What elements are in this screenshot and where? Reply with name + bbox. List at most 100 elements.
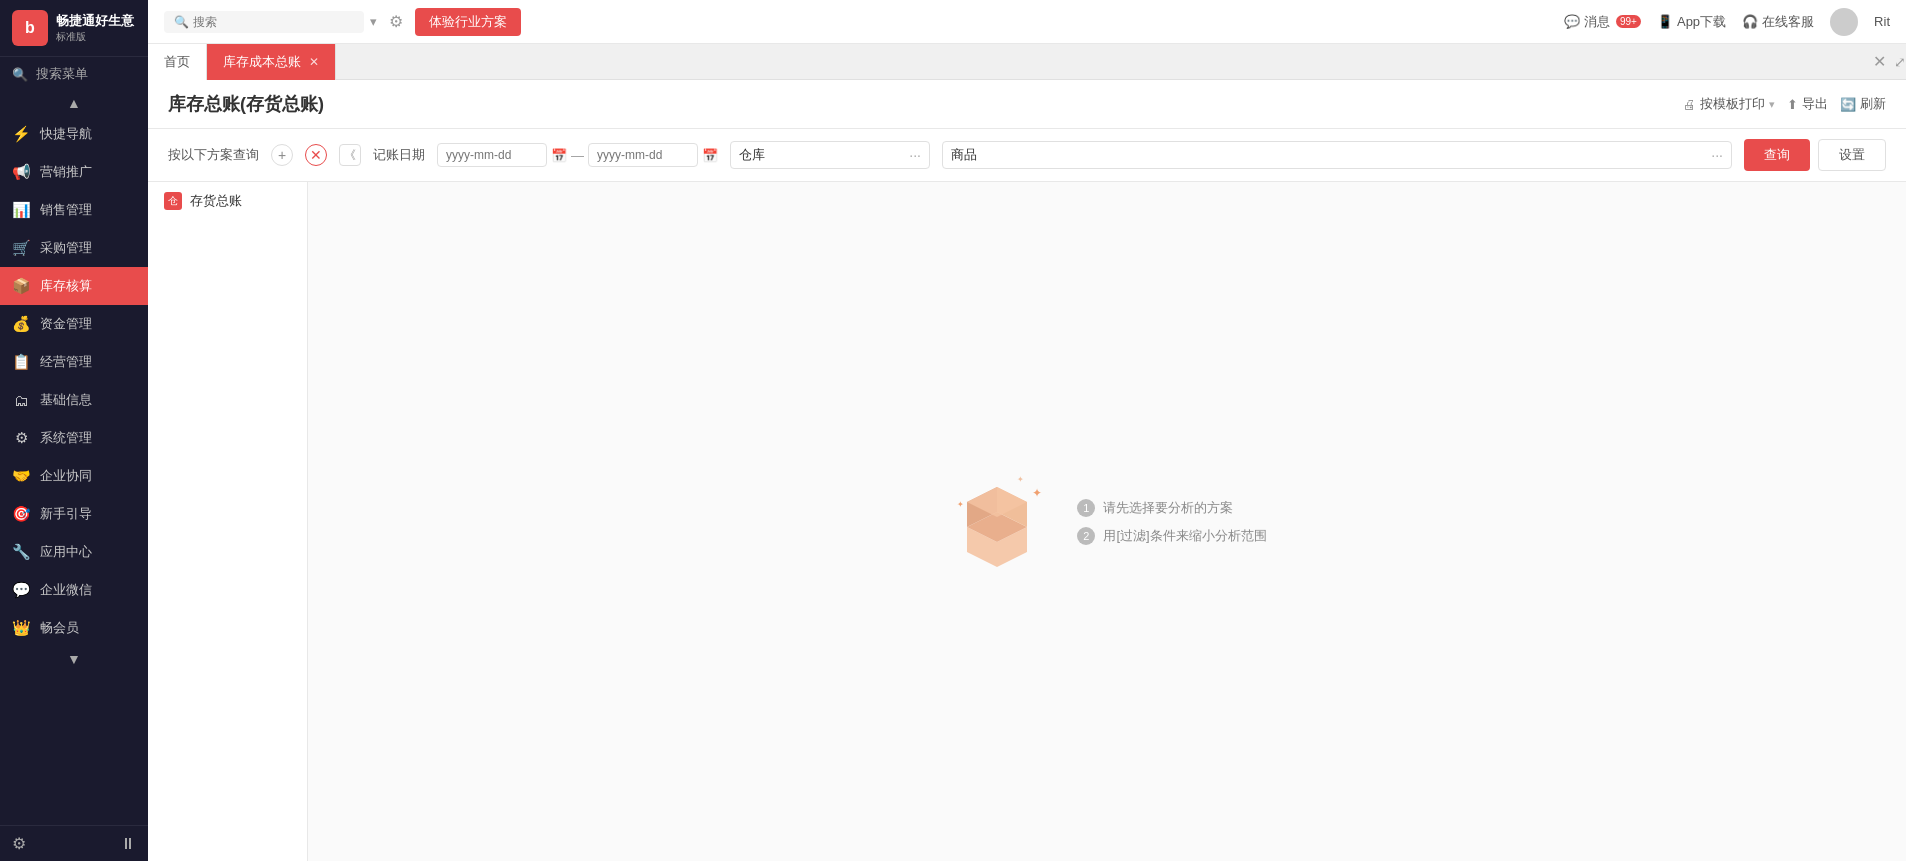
sidebar-item-sales[interactable]: 📊 销售管理 [0,191,148,229]
industry-btn[interactable]: 体验行业方案 [415,8,521,36]
tab-close-icon[interactable]: ✕ [309,55,319,69]
date-to-input[interactable] [588,143,698,167]
warehouse-more-icon: ··· [909,147,921,163]
sidebar-item-marketing[interactable]: 📢 营销推广 [0,153,148,191]
member-icon: 👑 [12,619,30,637]
sidebar-item-apps[interactable]: 🔧 应用中心 [0,533,148,571]
page-title: 库存总账(存货总账) [168,92,324,116]
online-service-label: 在线客服 [1762,13,1814,31]
expand-panel-btn[interactable]: ⤢ [1894,54,1906,70]
messages-label: 消息 [1584,13,1610,31]
refresh-btn[interactable]: 🔄 刷新 [1840,95,1886,113]
system-icon: ⚙ [12,429,30,447]
sidebar-item-label: 快捷导航 [40,125,92,143]
sidebar: b 畅捷通好生意 标准版 🔍 搜索菜单 ▲ ⚡ 快捷导航 📢 营销推广 📊 销售… [0,0,148,861]
purchase-icon: 🛒 [12,239,30,257]
sidebar-item-basic[interactable]: 🗂 基础信息 [0,381,148,419]
sidebar-item-finance[interactable]: 💰 资金管理 [0,305,148,343]
tab-inventory-cost[interactable]: 库存成本总账 ✕ [207,44,336,80]
sidebar-item-label: 营销推广 [40,163,92,181]
avatar [1830,8,1858,36]
scroll-up-btn[interactable]: ▲ [0,91,148,115]
scheme-sidebar: 仓 存货总账 [148,182,308,861]
topbar-right: 💬 消息 99+ 📱 App下载 🎧 在线客服 Rit [1564,8,1890,36]
sidebar-item-inventory[interactable]: 📦 库存核算 [0,267,148,305]
basic-icon: 🗂 [12,392,30,409]
date-range-input: 📅 — 📅 [437,143,718,167]
settings-footer-icon[interactable]: ⚙ [12,834,26,853]
phone-icon: 📱 [1657,14,1673,29]
date-separator: — [571,148,584,163]
sidebar-item-purchase[interactable]: 🛒 采购管理 [0,229,148,267]
scroll-down-btn[interactable]: ▼ [0,647,148,671]
finance-icon: 💰 [12,315,30,333]
sidebar-search[interactable]: 🔍 搜索菜单 [0,57,148,91]
edition-label: 标准版 [56,30,134,43]
app-download-action[interactable]: 📱 App下载 [1657,13,1726,31]
tip-num-2: 2 [1077,527,1095,545]
close-panel-btn[interactable]: ✕ [1873,52,1886,71]
filter-close-btn[interactable]: ✕ [305,144,327,166]
wechat-icon: 💬 [12,581,30,599]
sidebar-item-quick-nav[interactable]: ⚡ 快捷导航 [0,115,148,153]
audio-footer-icon[interactable]: ⏸ [120,835,136,853]
messages-action[interactable]: 💬 消息 99+ [1564,13,1641,31]
scheme-item-inventory-ledger[interactable]: 仓 存货总账 [148,182,307,220]
apps-icon: 🔧 [12,543,30,561]
username: Rit [1874,14,1890,29]
sidebar-item-operation[interactable]: 📋 经营管理 [0,343,148,381]
filter-collapse-btn[interactable]: 《 [339,144,361,166]
export-icon: ⬆ [1787,97,1798,112]
refresh-label: 刷新 [1860,95,1886,113]
scheme-icon: 仓 [164,192,182,210]
export-btn[interactable]: ⬆ 导出 [1787,95,1828,113]
sidebar-item-member[interactable]: 👑 畅会员 [0,609,148,647]
sidebar-item-label: 基础信息 [40,391,92,409]
print-btn[interactable]: 🖨 按模板打印 ▾ [1683,95,1775,113]
messages-icon: 💬 [1564,14,1580,29]
sidebar-search-label: 搜索菜单 [36,65,88,83]
tab-home[interactable]: 首页 [148,44,207,80]
settings-gear-icon[interactable]: ⚙ [389,12,403,31]
sidebar-item-system[interactable]: ⚙ 系统管理 [0,419,148,457]
content-area: 库存总账(存货总账) 🖨 按模板打印 ▾ ⬆ 导出 🔄 刷新 按以下方案查询 [148,80,1906,861]
sidebar-item-cooperation[interactable]: 🤝 企业协同 [0,457,148,495]
topbar-search-box[interactable]: 🔍 [164,11,364,33]
tab-inventory-label: 库存成本总账 [223,53,301,71]
calendar-to-icon[interactable]: 📅 [702,148,718,163]
tip-num-1: 1 [1077,499,1095,517]
print-label: 按模板打印 [1700,95,1765,113]
product-selector[interactable]: 商品 ··· [942,141,1732,169]
tip-text-2: 用[过滤]条件来缩小分析范围 [1103,527,1266,545]
online-service-action[interactable]: 🎧 在线客服 [1742,13,1814,31]
warehouse-selector[interactable]: 仓库 ··· [730,141,930,169]
date-from-input[interactable] [437,143,547,167]
calendar-from-icon[interactable]: 📅 [551,148,567,163]
print-chevron-icon[interactable]: ▾ [1769,98,1775,111]
export-label: 导出 [1802,95,1828,113]
printer-icon: 🖨 [1683,97,1696,112]
sales-icon: 📊 [12,201,30,219]
brand-name: 畅捷通好生意 [56,13,134,30]
search-chevron-icon[interactable]: ▾ [370,14,377,29]
sidebar-logo: b 畅捷通好生意 标准版 [0,0,148,57]
sidebar-item-label: 新手引导 [40,505,92,523]
quick-nav-icon: ⚡ [12,125,30,143]
empty-tip-2: 2 用[过滤]条件来缩小分析范围 [1077,527,1266,545]
tab-home-label: 首页 [164,53,190,71]
settings-btn[interactable]: 设置 [1818,139,1886,171]
sidebar-item-label: 销售管理 [40,201,92,219]
sidebar-footer: ⚙ ⏸ [0,825,148,861]
page-header: 库存总账(存货总账) 🖨 按模板打印 ▾ ⬆ 导出 🔄 刷新 [148,80,1906,129]
query-btn[interactable]: 查询 [1744,139,1810,171]
filter-add-btn[interactable]: + [271,144,293,166]
sidebar-item-label: 畅会员 [40,619,79,637]
search-input[interactable] [193,15,333,29]
guide-icon: 🎯 [12,505,30,523]
sidebar-item-wechat[interactable]: 💬 企业微信 [0,571,148,609]
empty-illustration: ✦ ✦ ✦ [947,472,1047,572]
logo-text: 畅捷通好生意 标准版 [56,13,134,43]
cooperation-icon: 🤝 [12,467,30,485]
sidebar-item-guide[interactable]: 🎯 新手引导 [0,495,148,533]
empty-tip-1: 1 请先选择要分析的方案 [1077,499,1266,517]
